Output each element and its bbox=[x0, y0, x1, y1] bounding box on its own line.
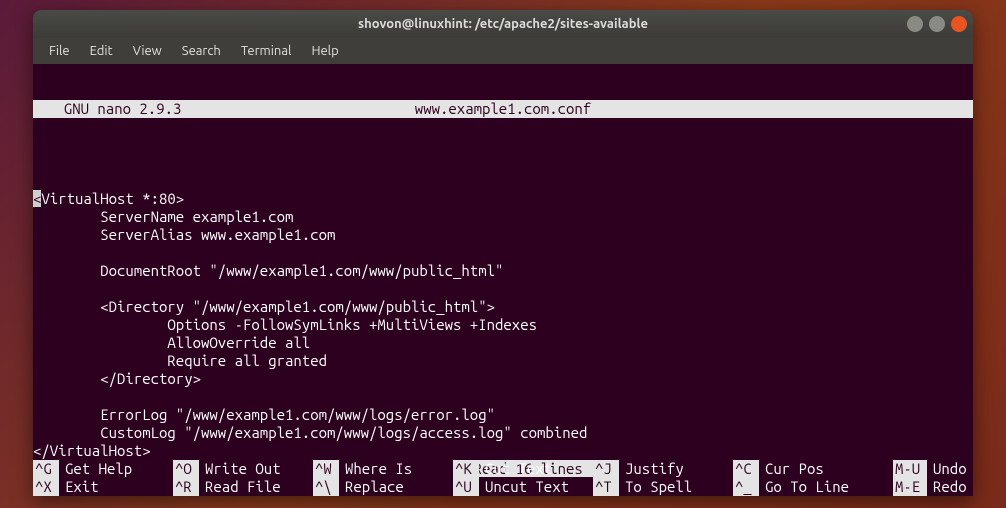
shortcut: ^WWhere Is bbox=[313, 460, 453, 478]
shortcut-key: ^W bbox=[313, 460, 339, 478]
window-title: shovon@linuxhint: /etc/apache2/sites-ava… bbox=[358, 17, 648, 31]
menu-search[interactable]: Search bbox=[174, 42, 229, 60]
editor-line: <VirtualHost *:80> bbox=[33, 190, 973, 208]
shortcut: ^UUncut Text bbox=[453, 478, 593, 496]
minimize-button[interactable] bbox=[907, 16, 923, 32]
nano-header: GNU nano 2.9.3 www.example1.com.conf bbox=[33, 100, 973, 118]
shortcut-key: ^R bbox=[173, 478, 199, 496]
terminal-area[interactable]: GNU nano 2.9.3 www.example1.com.conf <Vi… bbox=[33, 64, 973, 496]
shortcut-key: M-U bbox=[893, 460, 927, 478]
shortcut-label: To Spell bbox=[619, 478, 692, 496]
editor-line: </Directory> bbox=[33, 370, 973, 388]
shortcut-label: Get Help bbox=[59, 460, 132, 478]
shortcut-label: Redo bbox=[927, 478, 967, 496]
nano-version: GNU nano 2.9.3 bbox=[33, 100, 373, 118]
shortcut-label: Justify bbox=[619, 460, 684, 478]
shortcut-label: Replace bbox=[339, 478, 404, 496]
nano-filename: www.example1.com.conf bbox=[373, 100, 633, 118]
shortcut-label: Where Is bbox=[339, 460, 412, 478]
shortcut: ^GGet Help bbox=[33, 460, 173, 478]
editor-content[interactable]: <VirtualHost *:80> ServerName example1.c… bbox=[33, 172, 973, 460]
menu-help[interactable]: Help bbox=[303, 42, 346, 60]
shortcut: ^JJustify bbox=[593, 460, 733, 478]
shortcut-key: ^K bbox=[453, 460, 479, 478]
status-row: [ Read 16 lines ] bbox=[33, 442, 973, 460]
maximize-button[interactable] bbox=[929, 16, 945, 32]
window-controls bbox=[907, 16, 967, 32]
editor-line: ServerName example1.com bbox=[33, 208, 973, 226]
menubar: File Edit View Search Terminal Help bbox=[33, 38, 973, 64]
shortcut: ^\Replace bbox=[313, 478, 453, 496]
shortcut-key: ^C bbox=[733, 460, 759, 478]
shortcut-key: ^\ bbox=[313, 478, 339, 496]
shortcut-label: Go To Line bbox=[759, 478, 849, 496]
close-button[interactable] bbox=[951, 16, 967, 32]
shortcut: M-ERedo bbox=[893, 478, 973, 496]
shortcut-key: ^X bbox=[33, 478, 59, 496]
editor-line bbox=[33, 244, 973, 262]
shortcut-key: ^_ bbox=[733, 478, 759, 496]
shortcut-label: Uncut Text bbox=[479, 478, 569, 496]
titlebar[interactable]: shovon@linuxhint: /etc/apache2/sites-ava… bbox=[33, 10, 973, 38]
shortcut-key: ^T bbox=[593, 478, 619, 496]
editor-line: DocumentRoot "/www/example1.com/www/publ… bbox=[33, 262, 973, 280]
shortcut: ^XExit bbox=[33, 478, 173, 496]
editor-line: Options -FollowSymLinks +MultiViews +Ind… bbox=[33, 316, 973, 334]
editor-line: <Directory "/www/example1.com/www/public… bbox=[33, 298, 973, 316]
shortcut-row: ^XExit ^RRead File ^\Replace ^UUncut Tex… bbox=[33, 478, 973, 496]
shortcut: ^RRead File bbox=[173, 478, 313, 496]
terminal-window: shovon@linuxhint: /etc/apache2/sites-ava… bbox=[33, 10, 973, 496]
shortcut: ^OWrite Out bbox=[173, 460, 313, 478]
menu-terminal[interactable]: Terminal bbox=[233, 42, 300, 60]
shortcut-key: ^J bbox=[593, 460, 619, 478]
menu-edit[interactable]: Edit bbox=[82, 42, 121, 60]
shortcut: ^_Go To Line bbox=[733, 478, 893, 496]
editor-line: ErrorLog "/www/example1.com/www/logs/err… bbox=[33, 406, 973, 424]
menu-view[interactable]: View bbox=[125, 42, 170, 60]
shortcut: ^CCur Pos bbox=[733, 460, 893, 478]
shortcut-label: Exit bbox=[59, 478, 99, 496]
shortcut-bar: ^GGet Help ^OWrite Out ^WWhere Is ^KCut … bbox=[33, 460, 973, 496]
editor-line: ServerAlias www.example1.com bbox=[33, 226, 973, 244]
shortcut-label: Read File bbox=[199, 478, 281, 496]
shortcut-label: Cut Text bbox=[479, 460, 552, 478]
editor-line bbox=[33, 172, 973, 190]
shortcut: ^TTo Spell bbox=[593, 478, 733, 496]
editor-line bbox=[33, 388, 973, 406]
menu-file[interactable]: File bbox=[41, 42, 78, 60]
shortcut-label: Write Out bbox=[199, 460, 281, 478]
shortcut-label: Undo bbox=[927, 460, 967, 478]
editor-line: AllowOverride all bbox=[33, 334, 973, 352]
editor-line bbox=[33, 280, 973, 298]
editor-line: CustomLog "/www/example1.com/www/logs/ac… bbox=[33, 424, 973, 442]
shortcut: M-UUndo bbox=[893, 460, 973, 478]
shortcut-label: Cur Pos bbox=[759, 460, 824, 478]
shortcut-row: ^GGet Help ^OWrite Out ^WWhere Is ^KCut … bbox=[33, 460, 973, 478]
shortcut-key: M-E bbox=[893, 478, 927, 496]
shortcut: ^KCut Text bbox=[453, 460, 593, 478]
shortcut-key: ^U bbox=[453, 478, 479, 496]
editor-line: Require all granted bbox=[33, 352, 973, 370]
shortcut-key: ^G bbox=[33, 460, 59, 478]
shortcut-key: ^O bbox=[173, 460, 199, 478]
